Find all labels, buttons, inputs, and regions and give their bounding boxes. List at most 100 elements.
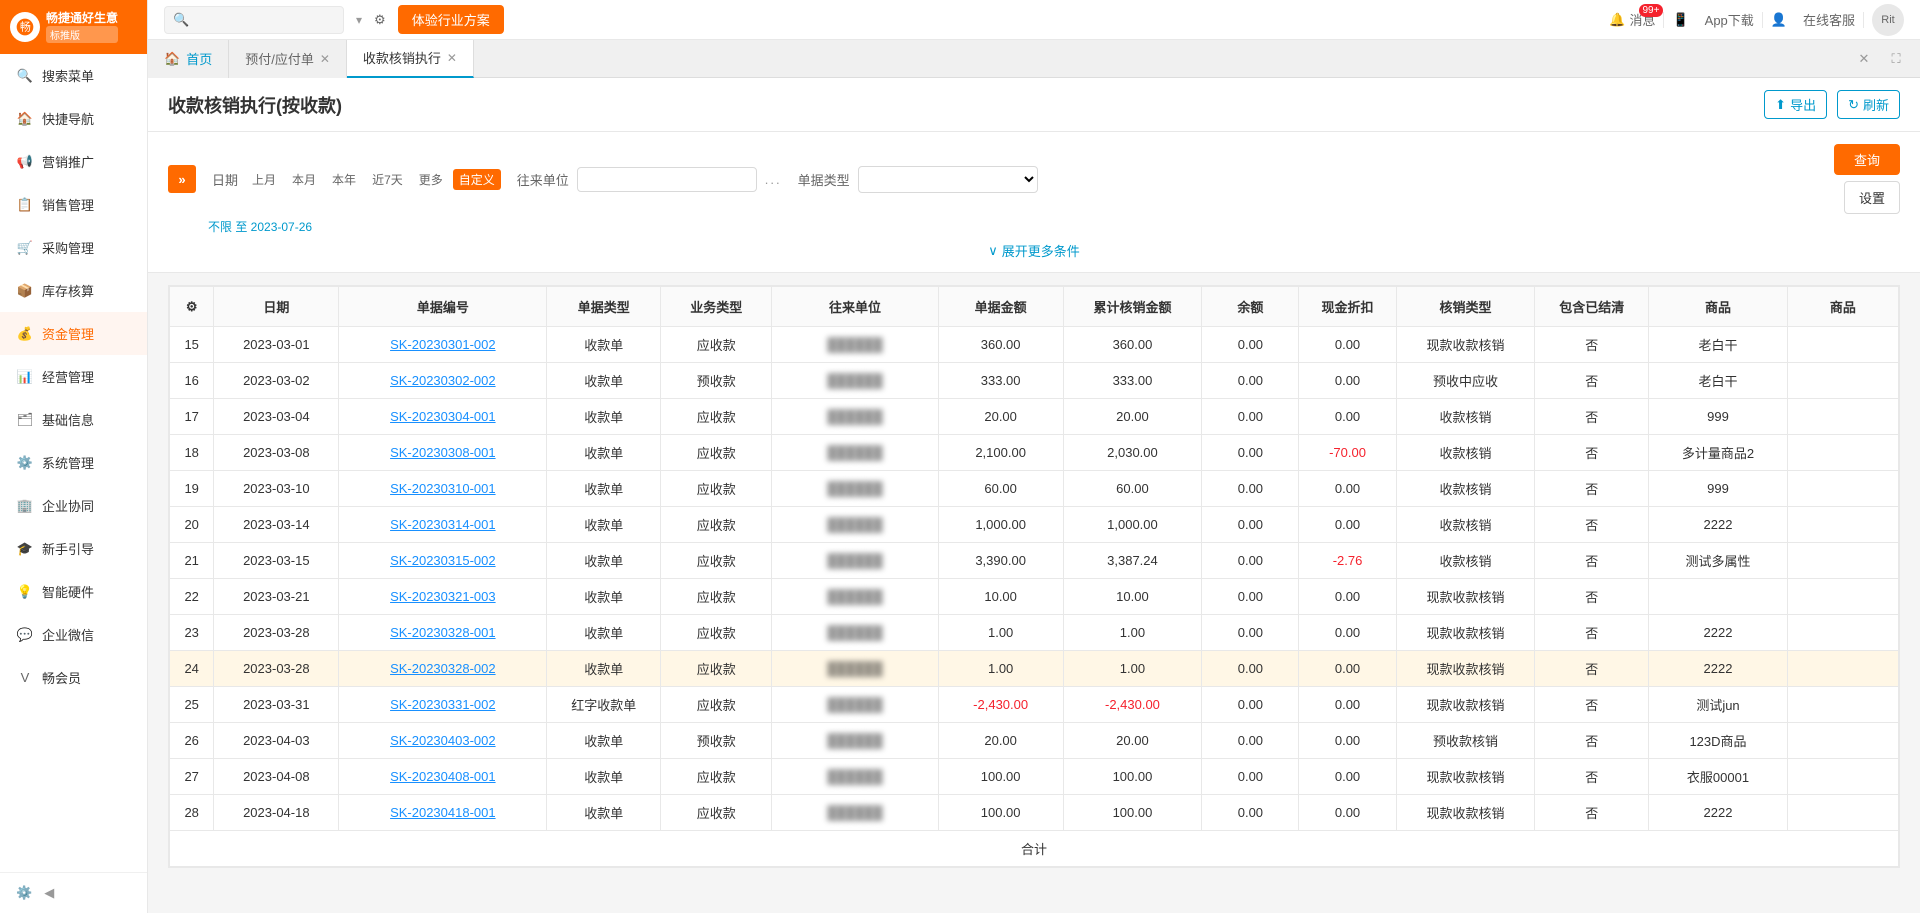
window-controls: ✕ ⛶ bbox=[1852, 47, 1920, 71]
cell-discount: 0.00 bbox=[1299, 723, 1396, 759]
query-button[interactable]: 查询 bbox=[1834, 144, 1900, 175]
sidebar-item-ops[interactable]: 📊 经营管理 bbox=[0, 355, 147, 398]
tab-receive-verify[interactable]: 收款核销执行 ✕ bbox=[347, 40, 474, 78]
cell-partner: ██████ bbox=[772, 399, 939, 435]
sidebar-item-label: 系统管理 bbox=[42, 453, 94, 472]
cell-seq: 22 bbox=[170, 579, 214, 615]
chevron-down-icon: ∨ bbox=[988, 243, 998, 259]
cell-date: 2023-03-15 bbox=[214, 543, 339, 579]
cell-verify-type: 现款收款核销 bbox=[1396, 651, 1535, 687]
cell-balance: 0.00 bbox=[1202, 795, 1299, 831]
date-btn-this-year[interactable]: 本年 bbox=[326, 169, 362, 190]
cell-goods2 bbox=[1787, 543, 1898, 579]
svg-text:畅: 畅 bbox=[20, 19, 31, 33]
cell-doc-no: SK-20230314-001 bbox=[339, 507, 547, 543]
partner-input[interactable] bbox=[577, 167, 757, 192]
cell-seq: 28 bbox=[170, 795, 214, 831]
date-range-display: 不限 至 2023-07-26 bbox=[208, 220, 312, 234]
settings-bottom-icon[interactable]: ⚙️ bbox=[16, 885, 32, 901]
th-include: 包含已结清 bbox=[1535, 287, 1649, 327]
cell-partner: ██████ bbox=[772, 327, 939, 363]
cell-goods1: 2222 bbox=[1649, 507, 1788, 543]
notification-area[interactable]: 🔔 消息 99+ bbox=[1609, 10, 1655, 29]
online-service-link[interactable]: 👤 在线客服 bbox=[1771, 10, 1855, 29]
cell-partner: ██████ bbox=[772, 471, 939, 507]
cell-goods2 bbox=[1787, 507, 1898, 543]
sidebar-item-newbie[interactable]: 🎓 新手引导 bbox=[0, 527, 147, 570]
cell-goods2 bbox=[1787, 651, 1898, 687]
doc-type-select[interactable] bbox=[858, 166, 1038, 193]
date-btn-7days[interactable]: 近7天 bbox=[366, 169, 409, 190]
tab-home-label: 首页 bbox=[186, 49, 212, 68]
filter-toggle-btn[interactable]: » bbox=[168, 165, 196, 193]
cell-doc-no: SK-20230328-001 bbox=[339, 615, 547, 651]
sidebar-item-search-menu[interactable]: 🔍 搜索菜单 bbox=[0, 54, 147, 97]
cell-goods2 bbox=[1787, 759, 1898, 795]
cell-include: 否 bbox=[1535, 723, 1649, 759]
gear-icon[interactable]: ⚙ bbox=[374, 12, 386, 28]
user-avatar[interactable]: Rit bbox=[1872, 4, 1904, 36]
cell-cum-amount: 333.00 bbox=[1063, 363, 1202, 399]
tab-receive-verify-label: 收款核销执行 bbox=[363, 48, 441, 67]
expand-more-conditions[interactable]: ∨ 展开更多条件 bbox=[168, 241, 1900, 260]
cell-date: 2023-04-03 bbox=[214, 723, 339, 759]
date-btn-this-month[interactable]: 本月 bbox=[286, 169, 322, 190]
cell-goods2 bbox=[1787, 723, 1898, 759]
th-settings[interactable]: ⚙ bbox=[170, 287, 214, 327]
settings-button[interactable]: 设置 bbox=[1844, 181, 1900, 214]
cell-seq: 21 bbox=[170, 543, 214, 579]
date-btn-last-month[interactable]: 上月 bbox=[246, 169, 282, 190]
sidebar-item-label: 智能硬件 bbox=[42, 582, 94, 601]
tab-home[interactable]: 🏠 首页 bbox=[148, 40, 229, 78]
app-download-link[interactable]: 📱 App下载 bbox=[1672, 10, 1753, 29]
solution-button[interactable]: 体验行业方案 bbox=[398, 5, 504, 34]
cell-doc-type: 收款单 bbox=[547, 651, 661, 687]
cell-cum-amount: -2,430.00 bbox=[1063, 687, 1202, 723]
tab-receive-verify-close[interactable]: ✕ bbox=[447, 51, 457, 65]
sidebar-item-basic[interactable]: 🗂 基础信息 bbox=[0, 398, 147, 441]
sidebar: 畅 畅捷通好生意 标推版 🔍 搜索菜单 🏠 快捷导航 📢 营销推广 📋 销售管理… bbox=[0, 0, 148, 913]
cell-discount: 0.00 bbox=[1299, 327, 1396, 363]
cell-seq: 15 bbox=[170, 327, 214, 363]
cell-doc-type: 收款单 bbox=[547, 615, 661, 651]
cell-balance: 0.00 bbox=[1202, 327, 1299, 363]
cell-biz-type: 应收款 bbox=[661, 615, 772, 651]
sidebar-item-inventory[interactable]: 📦 库存核算 bbox=[0, 269, 147, 312]
sidebar-item-purchase[interactable]: 🛒 采购管理 bbox=[0, 226, 147, 269]
date-btn-custom[interactable]: 自定义 bbox=[453, 169, 501, 190]
refresh-button[interactable]: ↻ 刷新 bbox=[1837, 90, 1900, 119]
cell-biz-type: 应收款 bbox=[661, 759, 772, 795]
cell-discount: 0.00 bbox=[1299, 399, 1396, 435]
sidebar-item-label: 新手引导 bbox=[42, 539, 94, 558]
filter-doc-type-item: 单据类型 bbox=[798, 166, 1038, 193]
cell-date: 2023-03-28 bbox=[214, 651, 339, 687]
sidebar-item-corp[interactable]: 🏢 企业协同 bbox=[0, 484, 147, 527]
cell-cum-amount: 100.00 bbox=[1063, 795, 1202, 831]
sidebar-item-sales[interactable]: 📋 销售管理 bbox=[0, 183, 147, 226]
dropdown-arrow[interactable]: ▾ bbox=[356, 13, 362, 27]
sidebar-item-vip[interactable]: V 畅会员 bbox=[0, 656, 147, 699]
table-row: 28 2023-04-18 SK-20230418-001 收款单 应收款 ██… bbox=[170, 795, 1899, 831]
sidebar-item-marketing[interactable]: 📢 营销推广 bbox=[0, 140, 147, 183]
date-btn-more[interactable]: 更多 bbox=[413, 169, 449, 190]
partner-dots[interactable]: ... bbox=[765, 172, 782, 187]
collapse-icon[interactable]: ◀ bbox=[44, 885, 54, 901]
cell-biz-type: 应收款 bbox=[661, 399, 772, 435]
cell-amount: 333.00 bbox=[938, 363, 1063, 399]
cell-include: 否 bbox=[1535, 687, 1649, 723]
sidebar-item-sys[interactable]: ⚙️ 系统管理 bbox=[0, 441, 147, 484]
tab-pre-receive-close[interactable]: ✕ bbox=[320, 52, 330, 66]
tab-pre-receive[interactable]: 预付/应付单 ✕ bbox=[229, 40, 347, 78]
sidebar-item-quick-nav[interactable]: 🏠 快捷导航 bbox=[0, 97, 147, 140]
megaphone-icon: 📢 bbox=[16, 153, 34, 171]
cell-date: 2023-04-18 bbox=[214, 795, 339, 831]
close-window-btn[interactable]: ✕ bbox=[1852, 47, 1876, 71]
maximize-window-btn[interactable]: ⛶ bbox=[1884, 47, 1908, 71]
cell-verify-type: 现款收款核销 bbox=[1396, 687, 1535, 723]
export-button[interactable]: ⬆ 导出 bbox=[1764, 90, 1827, 119]
sidebar-item-fund[interactable]: 💰 资金管理 bbox=[0, 312, 147, 355]
sidebar-item-smart[interactable]: 💡 智能硬件 bbox=[0, 570, 147, 613]
th-amount: 单据金额 bbox=[938, 287, 1063, 327]
sidebar-item-wechat[interactable]: 💬 企业微信 bbox=[0, 613, 147, 656]
topbar-search-box[interactable]: 🔍 bbox=[164, 6, 344, 34]
